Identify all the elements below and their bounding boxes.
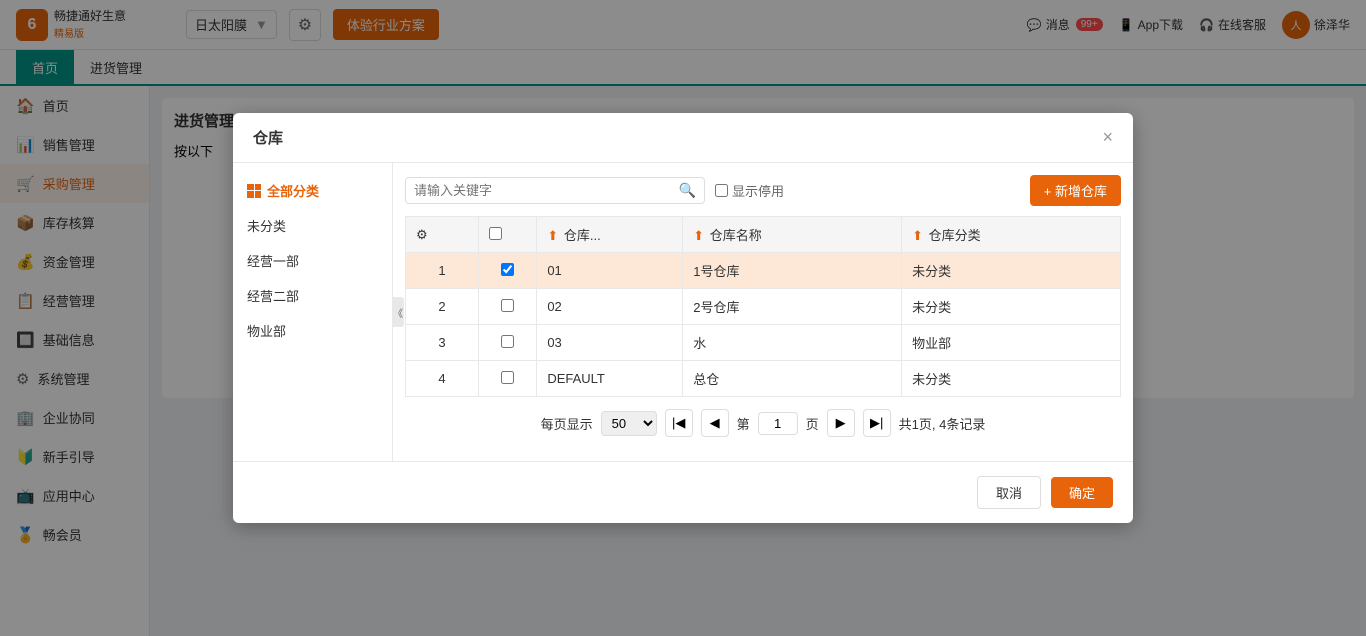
cell-name: 水 bbox=[683, 325, 902, 361]
table-row[interactable]: 1 01 1号仓库 未分类 bbox=[406, 253, 1121, 289]
cell-check[interactable] bbox=[478, 253, 536, 289]
page-last-button[interactable]: ▶| bbox=[863, 409, 891, 437]
row-checkbox[interactable] bbox=[501, 371, 514, 384]
search-input[interactable] bbox=[414, 183, 679, 198]
show-disabled-label[interactable]: 显示停用 bbox=[715, 181, 784, 200]
cat-label-prop: 物业部 bbox=[247, 321, 286, 340]
cell-name: 总仓 bbox=[683, 361, 902, 397]
cat-item-op1[interactable]: 经营一部 bbox=[233, 243, 392, 278]
grid-icon bbox=[247, 184, 261, 198]
row-checkbox[interactable] bbox=[501, 299, 514, 312]
cell-check[interactable] bbox=[478, 325, 536, 361]
modal-overlay: 仓库 × 全部分类 未分类 经营一部 经营二部 bbox=[0, 0, 1366, 636]
warehouse-modal: 仓库 × 全部分类 未分类 经营一部 经营二部 bbox=[233, 113, 1133, 523]
row-checkbox[interactable] bbox=[501, 335, 514, 348]
cat-item-all[interactable]: 全部分类 bbox=[233, 173, 392, 208]
total-label: 共1页, 4条记录 bbox=[899, 414, 986, 433]
cell-index: 1 bbox=[406, 253, 479, 289]
add-warehouse-button[interactable]: + 新增仓库 bbox=[1030, 175, 1121, 206]
cat-item-prop[interactable]: 物业部 bbox=[233, 313, 392, 348]
th-category-label: 仓库分类 bbox=[929, 228, 981, 243]
page-prev-button[interactable]: ◀ bbox=[701, 409, 729, 437]
table-row[interactable]: 4 DEFAULT 总仓 未分类 bbox=[406, 361, 1121, 397]
select-all-checkbox[interactable] bbox=[489, 227, 502, 240]
cell-category: 未分类 bbox=[902, 253, 1121, 289]
cat-item-op2[interactable]: 经营二部 bbox=[233, 278, 392, 313]
toolbar-row: 🔍 显示停用 + 新增仓库 bbox=[405, 175, 1121, 206]
pagination-row: 每页显示 50 20 100 |◀ ◀ 第 页 ▶ ▶| 共1页, 4条记录 bbox=[405, 397, 1121, 449]
th-name[interactable]: ⬆ 仓库名称 bbox=[683, 217, 902, 253]
cell-code: DEFAULT bbox=[537, 361, 683, 397]
modal-title: 仓库 bbox=[253, 127, 283, 148]
th-check bbox=[478, 217, 536, 253]
cell-code: 01 bbox=[537, 253, 683, 289]
cell-code: 02 bbox=[537, 289, 683, 325]
cell-index: 4 bbox=[406, 361, 479, 397]
page-label: 第 bbox=[737, 414, 750, 433]
cat-item-none[interactable]: 未分类 bbox=[233, 208, 392, 243]
table-row[interactable]: 2 02 2号仓库 未分类 bbox=[406, 289, 1121, 325]
page-next-button[interactable]: ▶ bbox=[827, 409, 855, 437]
page-input[interactable] bbox=[758, 412, 798, 435]
sort-name-icon: ⬆ bbox=[693, 228, 704, 243]
th-gear: ⚙ bbox=[406, 217, 479, 253]
cat-label-all: 全部分类 bbox=[267, 181, 319, 200]
modal-body: 全部分类 未分类 经营一部 经营二部 物业部 《 bbox=[233, 163, 1133, 461]
search-wrap: 🔍 bbox=[405, 177, 705, 204]
category-sidebar: 全部分类 未分类 经营一部 经营二部 物业部 《 bbox=[233, 163, 393, 461]
warehouse-table: ⚙ ⬆ 仓库... ⬆ 仓库名称 ⬆ bbox=[405, 216, 1121, 397]
modal-footer: 取消 确定 bbox=[233, 461, 1133, 523]
show-disabled-checkbox[interactable] bbox=[715, 184, 728, 197]
cell-check[interactable] bbox=[478, 361, 536, 397]
th-category[interactable]: ⬆ 仓库分类 bbox=[902, 217, 1121, 253]
cell-category: 未分类 bbox=[902, 289, 1121, 325]
cat-label-op1: 经营一部 bbox=[247, 251, 299, 270]
modal-close-button[interactable]: × bbox=[1102, 127, 1113, 148]
cat-label-none: 未分类 bbox=[247, 216, 286, 235]
cell-category: 未分类 bbox=[902, 361, 1121, 397]
th-code-label: 仓库... bbox=[564, 228, 601, 243]
sort-code-icon: ⬆ bbox=[547, 228, 558, 243]
per-page-label: 每页显示 bbox=[541, 414, 593, 433]
cat-collapse-button[interactable]: 《 bbox=[392, 297, 404, 327]
table-row[interactable]: 3 03 水 物业部 bbox=[406, 325, 1121, 361]
page-first-button[interactable]: |◀ bbox=[665, 409, 693, 437]
show-disabled-text: 显示停用 bbox=[732, 181, 784, 200]
modal-header: 仓库 × bbox=[233, 113, 1133, 163]
search-icon: 🔍 bbox=[679, 182, 696, 199]
page-unit-label: 页 bbox=[806, 414, 819, 433]
confirm-button[interactable]: 确定 bbox=[1051, 477, 1113, 508]
th-name-label: 仓库名称 bbox=[710, 228, 762, 243]
cell-index: 2 bbox=[406, 289, 479, 325]
cancel-button[interactable]: 取消 bbox=[977, 476, 1041, 509]
cat-label-op2: 经营二部 bbox=[247, 286, 299, 305]
cell-check[interactable] bbox=[478, 289, 536, 325]
th-code[interactable]: ⬆ 仓库... bbox=[537, 217, 683, 253]
cell-name: 2号仓库 bbox=[683, 289, 902, 325]
cell-name: 1号仓库 bbox=[683, 253, 902, 289]
cell-code: 03 bbox=[537, 325, 683, 361]
table-panel: 🔍 显示停用 + 新增仓库 ⚙ ⬆ bbox=[393, 163, 1133, 461]
cell-index: 3 bbox=[406, 325, 479, 361]
sort-cat-icon: ⬆ bbox=[912, 228, 923, 243]
per-page-select[interactable]: 50 20 100 bbox=[601, 411, 657, 436]
cell-category: 物业部 bbox=[902, 325, 1121, 361]
row-checkbox[interactable] bbox=[501, 263, 514, 276]
